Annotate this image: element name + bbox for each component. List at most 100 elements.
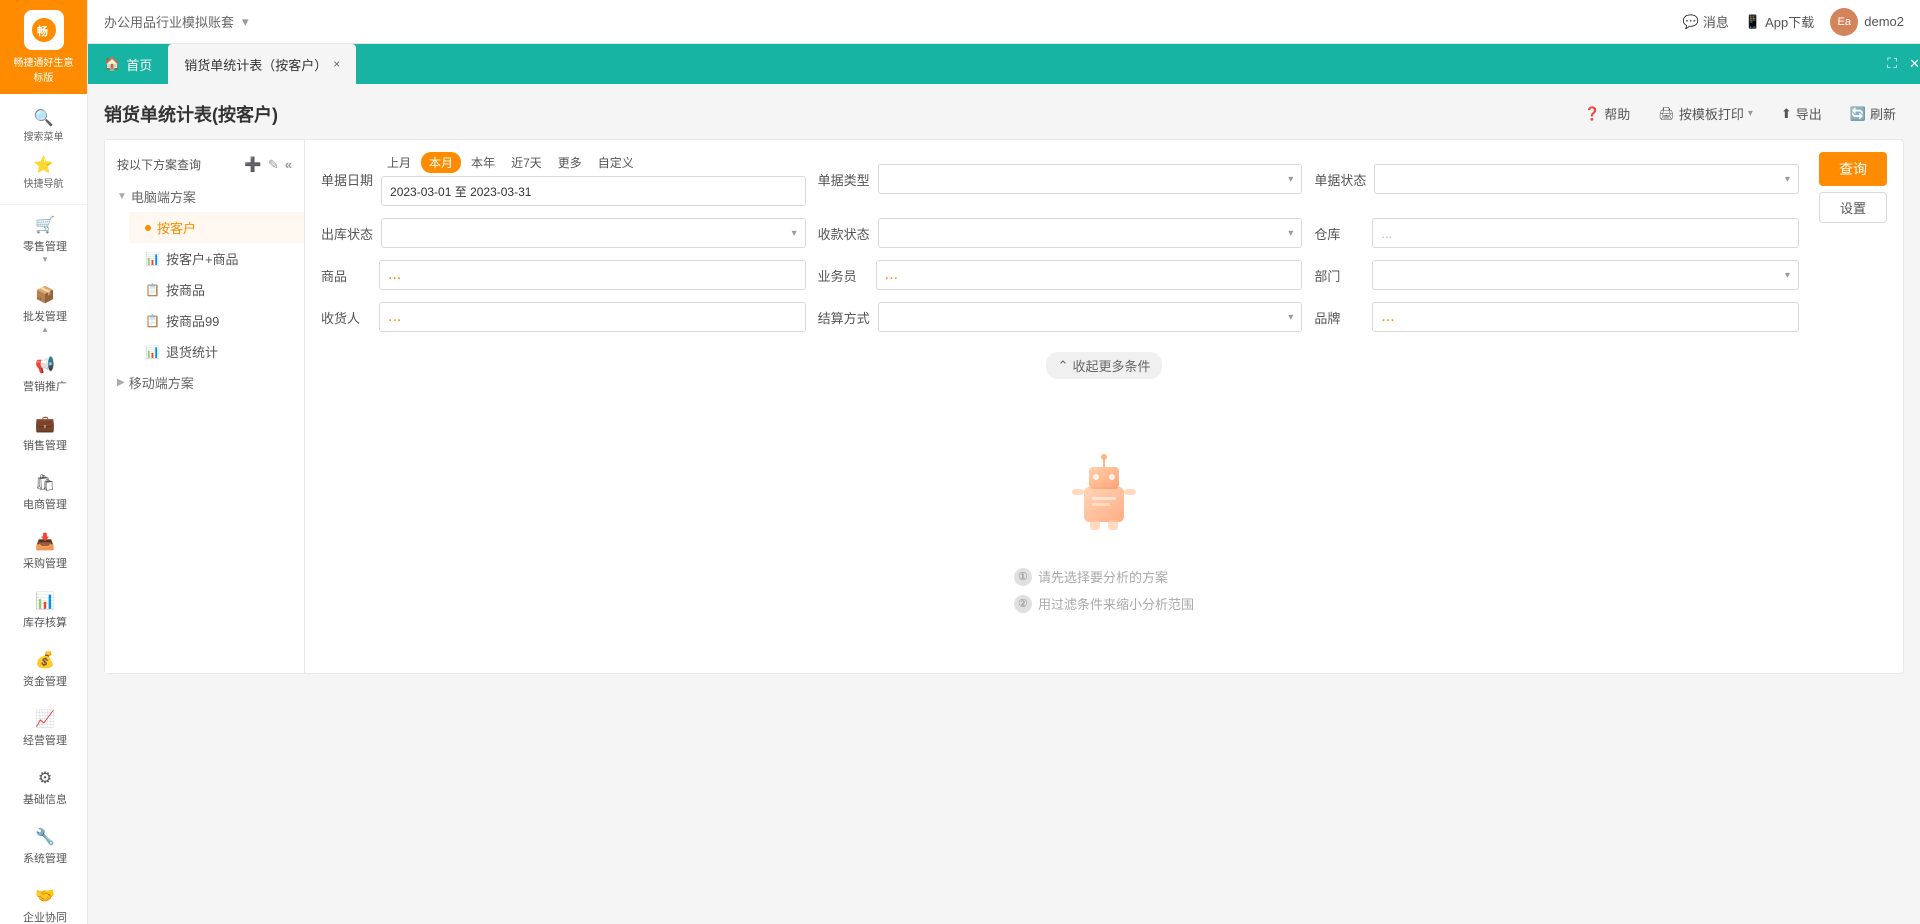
settings-btn[interactable]: 设置 bbox=[1819, 192, 1887, 223]
sidebar-item-retail[interactable]: 🛒 零售管理 ▾ bbox=[0, 205, 87, 275]
tab-home[interactable]: 🏠 首页 bbox=[88, 44, 168, 84]
export-btn[interactable]: ⬆ 导出 bbox=[1773, 100, 1830, 127]
scheme-item-by-goods[interactable]: 📋 按商品 bbox=[129, 274, 304, 305]
help-label: 帮助 bbox=[1604, 104, 1630, 123]
sidebar-item-operations[interactable]: 📈 经营管理 bbox=[0, 699, 87, 758]
tabbar: 🏠 首页 销货单统计表（按客户） × ⛶ ✕ bbox=[88, 44, 1920, 84]
chevron-up-icon: ⌃ bbox=[1058, 358, 1069, 374]
sidebar-item-inventory[interactable]: 📊 库存核算 bbox=[0, 581, 87, 640]
brand-dots-btn[interactable]: ... bbox=[1381, 309, 1394, 325]
receiver-dots-btn[interactable]: ... bbox=[388, 309, 401, 325]
goods-dots-btn[interactable]: ... bbox=[388, 267, 401, 283]
filter-rows-container: 单据日期 上月 本月 本年 近7天 更多 bbox=[321, 152, 1799, 344]
date-tab-more[interactable]: 更多 bbox=[552, 152, 588, 173]
date-tab-7days[interactable]: 近7天 bbox=[505, 152, 548, 173]
sidebar-item-ecommerce[interactable]: 🛍 电商管理 bbox=[0, 463, 87, 522]
doc-type-input[interactable]: ▾ bbox=[878, 164, 1303, 194]
star-icon: ⭐ bbox=[34, 155, 54, 175]
salesperson-dots-btn[interactable]: ... bbox=[885, 267, 898, 283]
quick-nav-item[interactable]: ⭐ 快捷导航 bbox=[0, 149, 87, 196]
sidebar-item-finance[interactable]: 💰 资金管理 bbox=[0, 640, 87, 699]
print-dropdown-icon: ▾ bbox=[1748, 108, 1753, 119]
salesperson-label: 业务员 bbox=[818, 266, 868, 285]
scheme-item-by-goods99[interactable]: 📋 按商品99 bbox=[129, 305, 304, 336]
dept-input[interactable]: ▾ bbox=[1372, 260, 1799, 290]
scheme-item-returns[interactable]: 📊 退货统计 bbox=[129, 336, 304, 367]
print-btn[interactable]: 🖨 按模板打印 ▾ bbox=[1650, 100, 1761, 127]
help-btn[interactable]: ❓ 帮助 bbox=[1576, 100, 1638, 127]
industry-dropdown-icon[interactable]: ▾ bbox=[242, 14, 249, 30]
page-content: 销货单统计表(按客户) ❓ 帮助 🖨 按模板打印 ▾ ⬆ 导出 🔄 刷新 bbox=[88, 84, 1920, 924]
sidebar-item-sales[interactable]: 💼 销售管理 bbox=[0, 404, 87, 463]
export-label: 导出 bbox=[1796, 104, 1822, 123]
user-menu-btn[interactable]: Ea demo2 bbox=[1830, 8, 1904, 36]
date-tabs-row: 上月 本月 本年 近7天 更多 自定义 bbox=[381, 152, 806, 173]
scheme-item-by-customer[interactable]: 按客户 bbox=[129, 212, 304, 243]
receiver-input[interactable]: ... bbox=[379, 302, 806, 332]
salesperson-input[interactable]: ... bbox=[876, 260, 1303, 290]
brand-label: 品牌 bbox=[1314, 308, 1364, 327]
avatar-text: Ea bbox=[1838, 16, 1851, 28]
scheme-item-by-customer-goods[interactable]: 📊 按客户+商品 bbox=[129, 243, 304, 274]
date-tab-last-month[interactable]: 上月 bbox=[381, 152, 417, 173]
edit-scheme-icon[interactable]: ✎ bbox=[268, 157, 279, 173]
retail-icon: 🛒 bbox=[35, 215, 55, 235]
app-download-btn[interactable]: 📱 App下载 bbox=[1745, 12, 1814, 31]
sidebar-item-cooperation[interactable]: 🤝 企业协同 bbox=[0, 876, 87, 924]
sidebar-item-basic[interactable]: ⚙ 基础信息 bbox=[0, 758, 87, 817]
collapse-panel-icon[interactable]: « bbox=[285, 157, 292, 172]
brand-input[interactable]: ... bbox=[1372, 302, 1799, 332]
filter-row-4: 收货人 ... 结算方式 ▾ bbox=[321, 302, 1799, 332]
filter-field-out-status: 出库状态 ▾ bbox=[321, 218, 806, 248]
filter-field-date: 单据日期 上月 本月 本年 近7天 更多 bbox=[321, 152, 806, 206]
goods-input[interactable]: ... bbox=[379, 260, 806, 290]
scheme-item-by-customer-goods-label: 按客户+商品 bbox=[166, 249, 239, 268]
scheme-active-indicator bbox=[145, 225, 151, 231]
message-icon: 💬 bbox=[1683, 14, 1699, 30]
date-tab-custom[interactable]: 自定义 bbox=[592, 152, 640, 173]
out-status-input[interactable]: ▾ bbox=[381, 218, 806, 248]
doc-status-input[interactable]: ▾ bbox=[1374, 164, 1799, 194]
export-icon: ⬆ bbox=[1781, 106, 1792, 122]
tab-maximize-btn[interactable]: ⛶ bbox=[1887, 55, 1897, 73]
scheme-item-by-customer-label: 按客户 bbox=[157, 218, 196, 237]
bar-icon-1: 📊 bbox=[145, 345, 160, 359]
system-label: 系统管理 bbox=[23, 850, 67, 866]
scheme-group-mobile-header[interactable]: ▶ 移动端方案 bbox=[105, 367, 304, 398]
collapse-bar: ⌃ 收起更多条件 bbox=[321, 344, 1887, 387]
sidebar-item-purchase[interactable]: 📥 采购管理 bbox=[0, 522, 87, 581]
cooperation-icon: 🤝 bbox=[35, 886, 55, 906]
tab-sales-report[interactable]: 销货单统计表（按客户） × bbox=[168, 44, 356, 84]
doc-status-label: 单据状态 bbox=[1314, 170, 1366, 189]
app-logo[interactable]: 畅 畅捷通好生意 标版 bbox=[0, 0, 87, 94]
date-range-input[interactable]: 2023-03-01 至 2023-03-31 bbox=[381, 176, 806, 206]
refresh-btn[interactable]: 🔄 刷新 bbox=[1842, 100, 1904, 127]
wholesale-arrow: ▴ bbox=[43, 324, 48, 335]
scheme-group-desktop-header[interactable]: ▼ 电脑端方案 bbox=[105, 181, 304, 212]
date-tab-this-month[interactable]: 本月 bbox=[421, 152, 461, 173]
goods-label: 商品 bbox=[321, 266, 371, 285]
sidebar-item-marketing[interactable]: 📢 营销推广 bbox=[0, 345, 87, 404]
collapse-more-btn[interactable]: ⌃ 收起更多条件 bbox=[1046, 352, 1163, 379]
filter-field-settlement: 结算方式 ▾ bbox=[818, 302, 1303, 332]
search-menu-item[interactable]: 🔍 搜索菜单 bbox=[0, 102, 87, 149]
add-scheme-icon[interactable]: ➕ bbox=[244, 156, 261, 173]
sidebar-item-wholesale[interactable]: 📦 批发管理 ▴ bbox=[0, 275, 87, 345]
warehouse-input[interactable]: ... bbox=[1372, 218, 1799, 248]
tab-close-window-btn[interactable]: ✕ bbox=[1909, 56, 1920, 72]
logo-sub: 标版 bbox=[34, 69, 54, 84]
date-tab-this-year[interactable]: 本年 bbox=[465, 152, 501, 173]
download-icon: 📱 bbox=[1745, 14, 1761, 30]
ecommerce-label: 电商管理 bbox=[23, 496, 67, 512]
settlement-input[interactable]: ▾ bbox=[878, 302, 1303, 332]
sidebar-item-system[interactable]: 🔧 系统管理 bbox=[0, 817, 87, 876]
avatar: Ea bbox=[1830, 8, 1858, 36]
tab-close-icon[interactable]: × bbox=[333, 57, 340, 71]
scheme-panel: 按以下方案查询 ➕ ✎ « ▼ 电脑端方案 bbox=[105, 140, 305, 673]
payment-status-label: 收款状态 bbox=[818, 224, 870, 243]
message-btn[interactable]: 💬 消息 bbox=[1683, 12, 1729, 31]
payment-status-input[interactable]: ▾ bbox=[878, 218, 1303, 248]
marketing-label: 营销推广 bbox=[23, 378, 67, 394]
filter-area: 单据日期 上月 本月 本年 近7天 更多 bbox=[305, 140, 1903, 673]
query-btn[interactable]: 查询 bbox=[1819, 152, 1887, 186]
